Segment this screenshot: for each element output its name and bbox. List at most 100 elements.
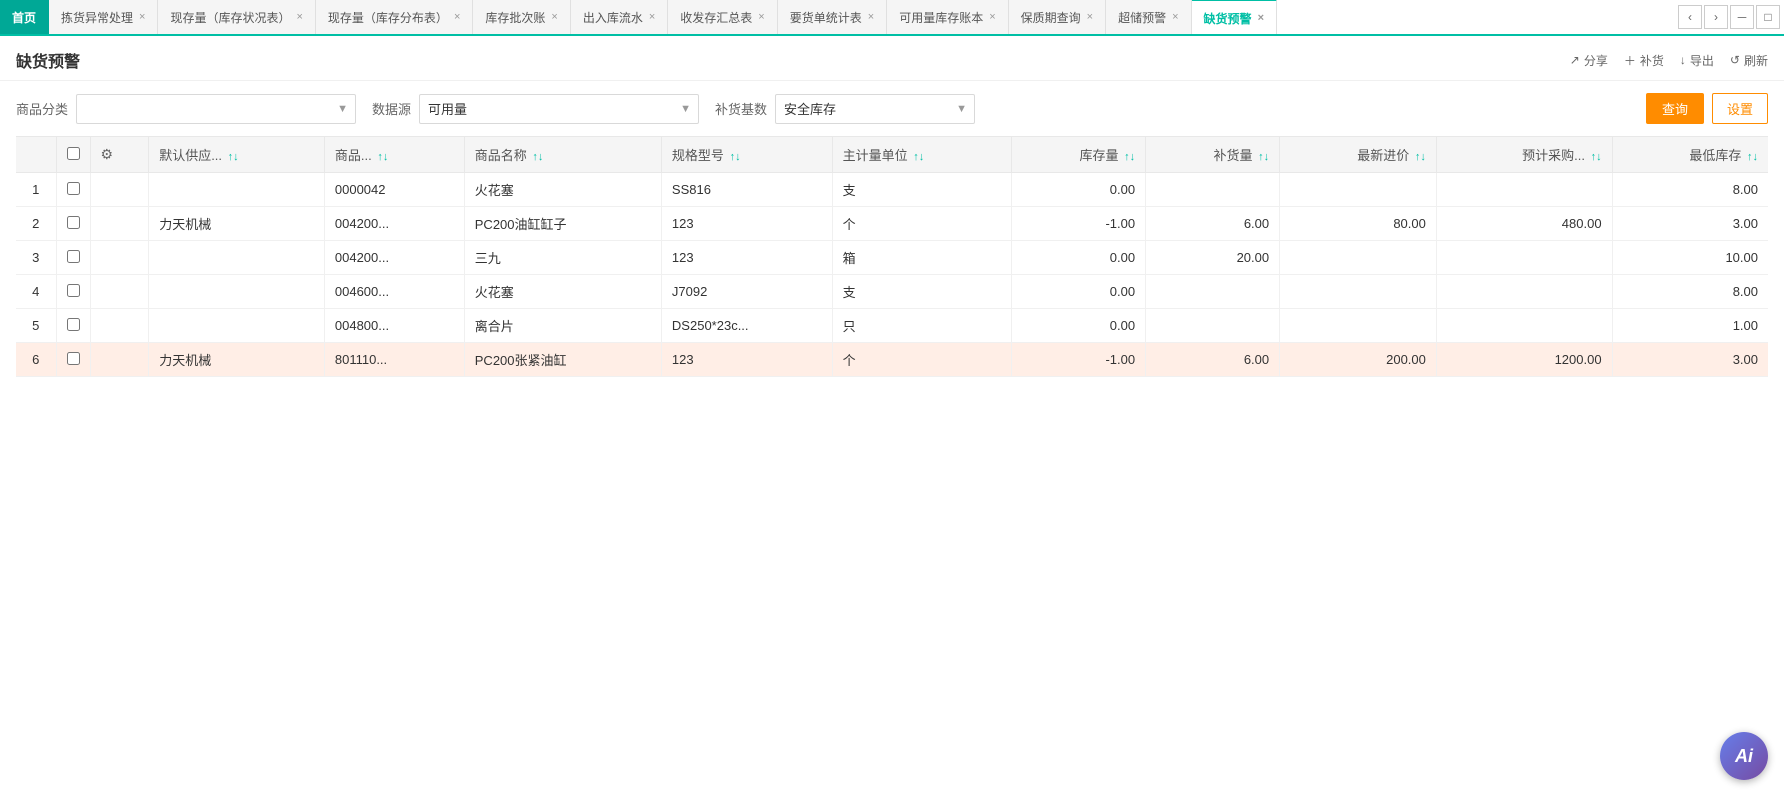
cell-stock: -1.00 xyxy=(1012,343,1146,377)
col-header-code[interactable]: 商品... ↑↓ xyxy=(324,137,464,173)
table-row: 5004800...离合片DS250*23c...只0.001.00 xyxy=(16,309,1768,343)
tab-prev-button[interactable]: ‹ xyxy=(1678,5,1702,29)
refresh-button[interactable]: ↺ 刷新 xyxy=(1730,52,1768,69)
row-checkbox[interactable] xyxy=(67,318,80,331)
tab-close-overstock[interactable]: × xyxy=(1172,11,1178,23)
query-button[interactable]: 查询 xyxy=(1646,93,1704,124)
replenish-base-select[interactable]: 安全库存 xyxy=(775,94,975,124)
table-row: 4004600...火花塞J7092支0.008.00 xyxy=(16,275,1768,309)
cell-spec: 123 xyxy=(661,343,832,377)
cell-check xyxy=(56,241,90,275)
gear-icon[interactable]: ⚙ xyxy=(101,146,114,162)
tab-exception[interactable]: 拣货异常处理× xyxy=(49,0,158,35)
col-header-minstock[interactable]: 最低库存 ↑↓ xyxy=(1612,137,1768,173)
tab-stock-dist[interactable]: 现存量（库存分布表）× xyxy=(316,0,473,35)
export-button[interactable]: ↓ 导出 xyxy=(1680,52,1714,69)
table-wrapper: ⚙ 默认供应... ↑↓ 商品... ↑↓ 商品名称 ↑↓ xyxy=(0,136,1784,377)
row-checkbox[interactable] xyxy=(67,352,80,365)
cell-spec: DS250*23c... xyxy=(661,309,832,343)
cell-replenish xyxy=(1146,309,1280,343)
row-checkbox[interactable] xyxy=(67,182,80,195)
cell-code: 004600... xyxy=(324,275,464,309)
col-header-supplier[interactable]: 默认供应... ↑↓ xyxy=(149,137,325,173)
share-button[interactable]: ↗ 分享 xyxy=(1570,52,1608,69)
row-checkbox[interactable] xyxy=(67,216,80,229)
tab-home[interactable]: 首页 xyxy=(0,0,49,35)
cell-name: PC200油缸缸子 xyxy=(464,207,661,241)
table-row: 10000042火花塞SS816支0.008.00 xyxy=(16,173,1768,207)
tab-close-receive-summary[interactable]: × xyxy=(758,11,764,23)
col-header-spec[interactable]: 规格型号 ↑↓ xyxy=(661,137,832,173)
datasource-select[interactable]: 可用量 xyxy=(419,94,699,124)
col-header-name[interactable]: 商品名称 ↑↓ xyxy=(464,137,661,173)
col-header-gear: ⚙ xyxy=(90,137,149,173)
filter-actions: 查询 设置 xyxy=(1646,93,1768,124)
tab-close-available-ledger[interactable]: × xyxy=(989,11,995,23)
tab-stock-status[interactable]: 现存量（库存状况表）× xyxy=(158,0,315,35)
row-checkbox[interactable] xyxy=(67,284,80,297)
tab-demand-stats[interactable]: 要货单统计表× xyxy=(778,0,887,35)
page-content: 缺货预警 ↗ 分享 ＋ 补货 ↓ 导出 ↺ 刷新 商品分类 xyxy=(0,36,1784,796)
ai-assistant-button[interactable]: Ai xyxy=(1720,732,1768,780)
row-checkbox[interactable] xyxy=(67,250,80,263)
datasource-select-wrapper: 可用量 ▼ xyxy=(419,94,699,124)
refresh-label: 刷新 xyxy=(1744,52,1768,69)
category-select[interactable] xyxy=(76,94,356,124)
cell-gear xyxy=(90,343,149,377)
tab-expiry-query[interactable]: 保质期查询× xyxy=(1009,0,1106,35)
tab-label-overstock: 超储预警 xyxy=(1118,9,1166,26)
tab-nav-buttons: ‹ › － □ xyxy=(1674,5,1784,29)
page-header: 缺货预警 ↗ 分享 ＋ 补货 ↓ 导出 ↺ 刷新 xyxy=(0,36,1784,81)
cell-replenish: 6.00 xyxy=(1146,343,1280,377)
tab-close-stock-dist[interactable]: × xyxy=(454,11,460,23)
tab-close-exception[interactable]: × xyxy=(139,11,145,23)
select-all-checkbox[interactable] xyxy=(67,147,80,160)
col-header-unit[interactable]: 主计量单位 ↑↓ xyxy=(832,137,1011,173)
cell-spec: 123 xyxy=(661,207,832,241)
col-header-price[interactable]: 最新进价 ↑↓ xyxy=(1280,137,1437,173)
settings-button[interactable]: 设置 xyxy=(1712,93,1768,124)
refresh-icon: ↺ xyxy=(1730,53,1740,67)
tab-maximize-button[interactable]: □ xyxy=(1756,5,1780,29)
tab-next-button[interactable]: › xyxy=(1704,5,1728,29)
col-header-stock[interactable]: 库存量 ↑↓ xyxy=(1012,137,1146,173)
tab-close-stock-status[interactable]: × xyxy=(296,11,302,23)
tab-close-demand-stats[interactable]: × xyxy=(868,11,874,23)
cell-price: 200.00 xyxy=(1280,343,1437,377)
category-filter-item: 商品分类 ▼ xyxy=(16,94,356,124)
tab-available-ledger[interactable]: 可用量库存账本× xyxy=(887,0,1008,35)
cell-minstock: 8.00 xyxy=(1612,275,1768,309)
cell-code: 004800... xyxy=(324,309,464,343)
tab-close-expiry-query[interactable]: × xyxy=(1087,11,1093,23)
tab-bar: 首页 拣货异常处理×现存量（库存状况表）×现存量（库存分布表）×库存批次账×出入… xyxy=(0,0,1784,36)
header-actions: ↗ 分享 ＋ 补货 ↓ 导出 ↺ 刷新 xyxy=(1570,52,1768,69)
cell-gear xyxy=(90,173,149,207)
cell-check xyxy=(56,173,90,207)
tab-close-batch-account[interactable]: × xyxy=(551,11,557,23)
tab-shortage[interactable]: 缺货预警× xyxy=(1192,0,1277,35)
cell-minstock: 3.00 xyxy=(1612,343,1768,377)
tab-receive-summary[interactable]: 收发存汇总表× xyxy=(668,0,777,35)
supplier-sort-icon: ↑↓ xyxy=(228,151,239,163)
cell-gear xyxy=(90,309,149,343)
replenish-button[interactable]: ＋ 补货 xyxy=(1624,52,1664,69)
cell-name: 三九 xyxy=(464,241,661,275)
tab-label-inout-flow: 出入库流水 xyxy=(583,9,643,26)
cell-unit: 个 xyxy=(832,207,1011,241)
cell-code: 004200... xyxy=(324,241,464,275)
col-header-replenish[interactable]: 补货量 ↑↓ xyxy=(1146,137,1280,173)
tab-minimize-button[interactable]: － xyxy=(1730,5,1754,29)
tab-label-batch-account: 库存批次账 xyxy=(485,9,545,26)
minstock-sort-icon: ↑↓ xyxy=(1747,151,1758,163)
col-header-estimate[interactable]: 预计采购... ↑↓ xyxy=(1436,137,1612,173)
cell-no: 3 xyxy=(16,241,56,275)
replenish-base-select-wrapper: 安全库存 ▼ xyxy=(775,94,975,124)
tab-overstock[interactable]: 超储预警 × xyxy=(1106,0,1191,35)
cell-minstock: 3.00 xyxy=(1612,207,1768,241)
cell-no: 5 xyxy=(16,309,56,343)
tab-batch-account[interactable]: 库存批次账 × xyxy=(473,0,570,35)
tab-close-inout-flow[interactable]: × xyxy=(649,11,655,23)
tab-inout-flow[interactable]: 出入库流水 × xyxy=(571,0,668,35)
spec-sort-icon: ↑↓ xyxy=(730,151,741,163)
tab-close-shortage[interactable]: × xyxy=(1258,12,1264,24)
